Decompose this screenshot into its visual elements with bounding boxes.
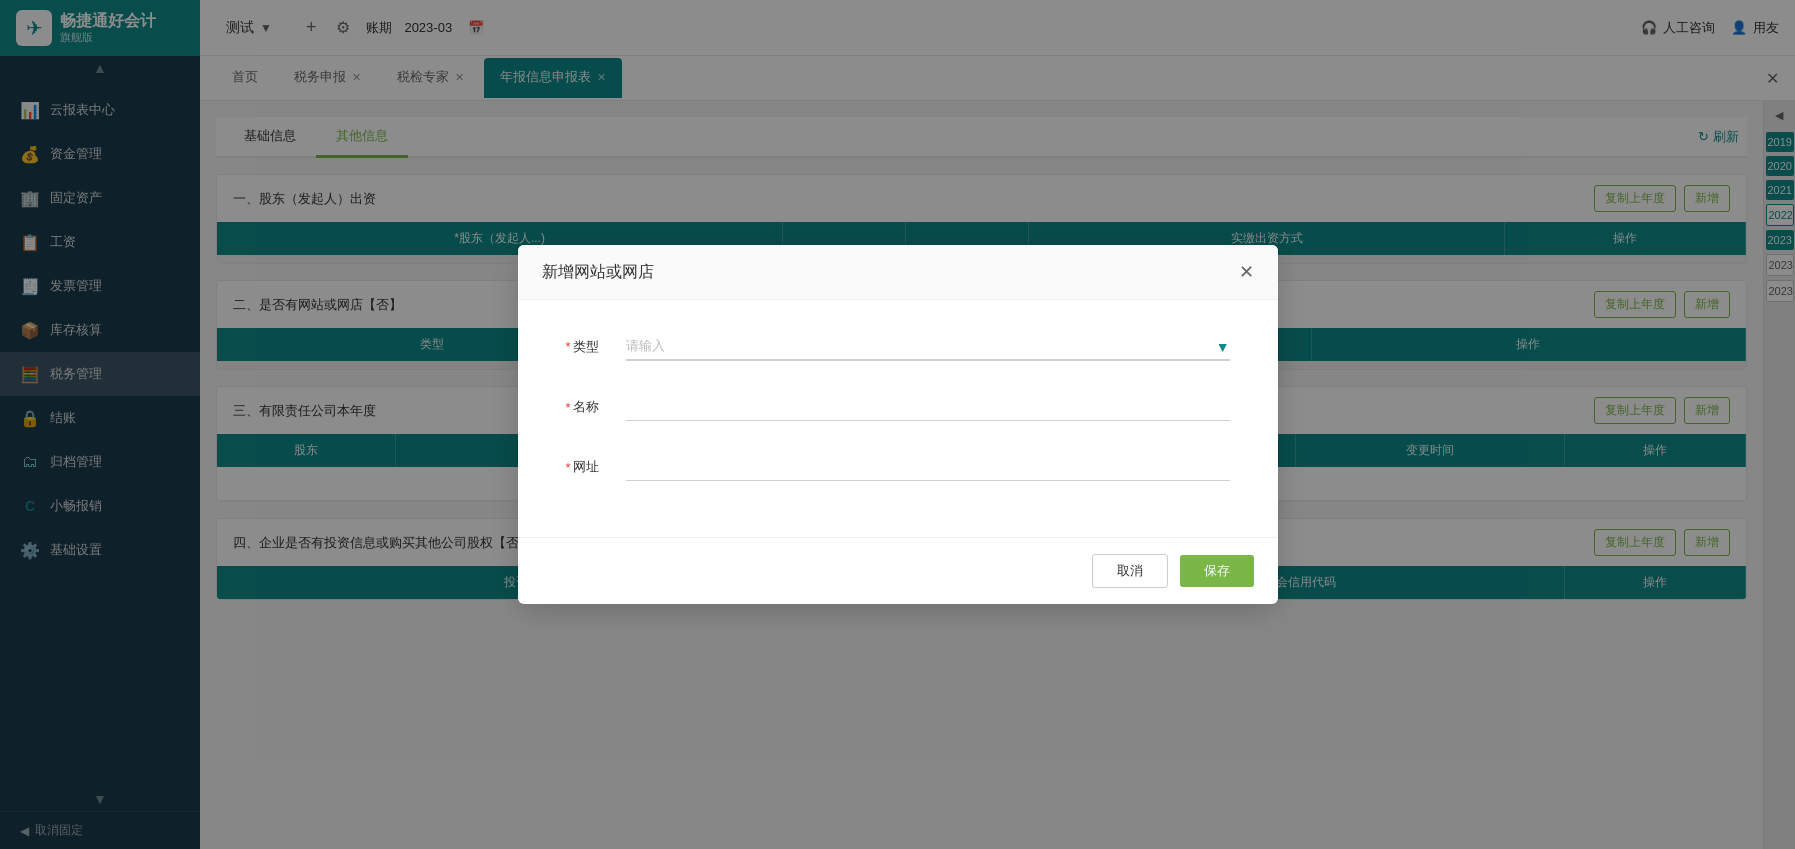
modal-title: 新增网站或网店 xyxy=(542,262,654,283)
cancel-button[interactable]: 取消 xyxy=(1092,554,1168,588)
url-label: * 网址 xyxy=(566,458,626,476)
url-field xyxy=(626,453,1230,481)
form-item-name: * 名称 xyxy=(566,393,1230,421)
type-field: ▼ xyxy=(626,332,1230,361)
form-item-type: * 类型 ▼ xyxy=(566,332,1230,361)
modal-header: 新增网站或网店 ✕ xyxy=(518,245,1278,300)
required-star-url: * xyxy=(566,460,571,475)
required-star-type: * xyxy=(566,339,571,354)
modal-overlay[interactable]: 新增网站或网店 ✕ * 类型 ▼ * 名称 xyxy=(0,0,1795,849)
url-input[interactable] xyxy=(626,453,1230,481)
name-field xyxy=(626,393,1230,421)
name-input[interactable] xyxy=(626,393,1230,421)
type-label: * 类型 xyxy=(566,338,626,356)
modal-body: * 类型 ▼ * 名称 xyxy=(518,300,1278,537)
form-item-url: * 网址 xyxy=(566,453,1230,481)
name-label: * 名称 xyxy=(566,398,626,416)
save-button[interactable]: 保存 xyxy=(1180,555,1254,587)
modal-add-website: 新增网站或网店 ✕ * 类型 ▼ * 名称 xyxy=(518,245,1278,604)
modal-footer: 取消 保存 xyxy=(518,537,1278,604)
type-input[interactable] xyxy=(626,332,1230,360)
required-star-name: * xyxy=(566,400,571,415)
modal-close-button[interactable]: ✕ xyxy=(1239,261,1254,283)
